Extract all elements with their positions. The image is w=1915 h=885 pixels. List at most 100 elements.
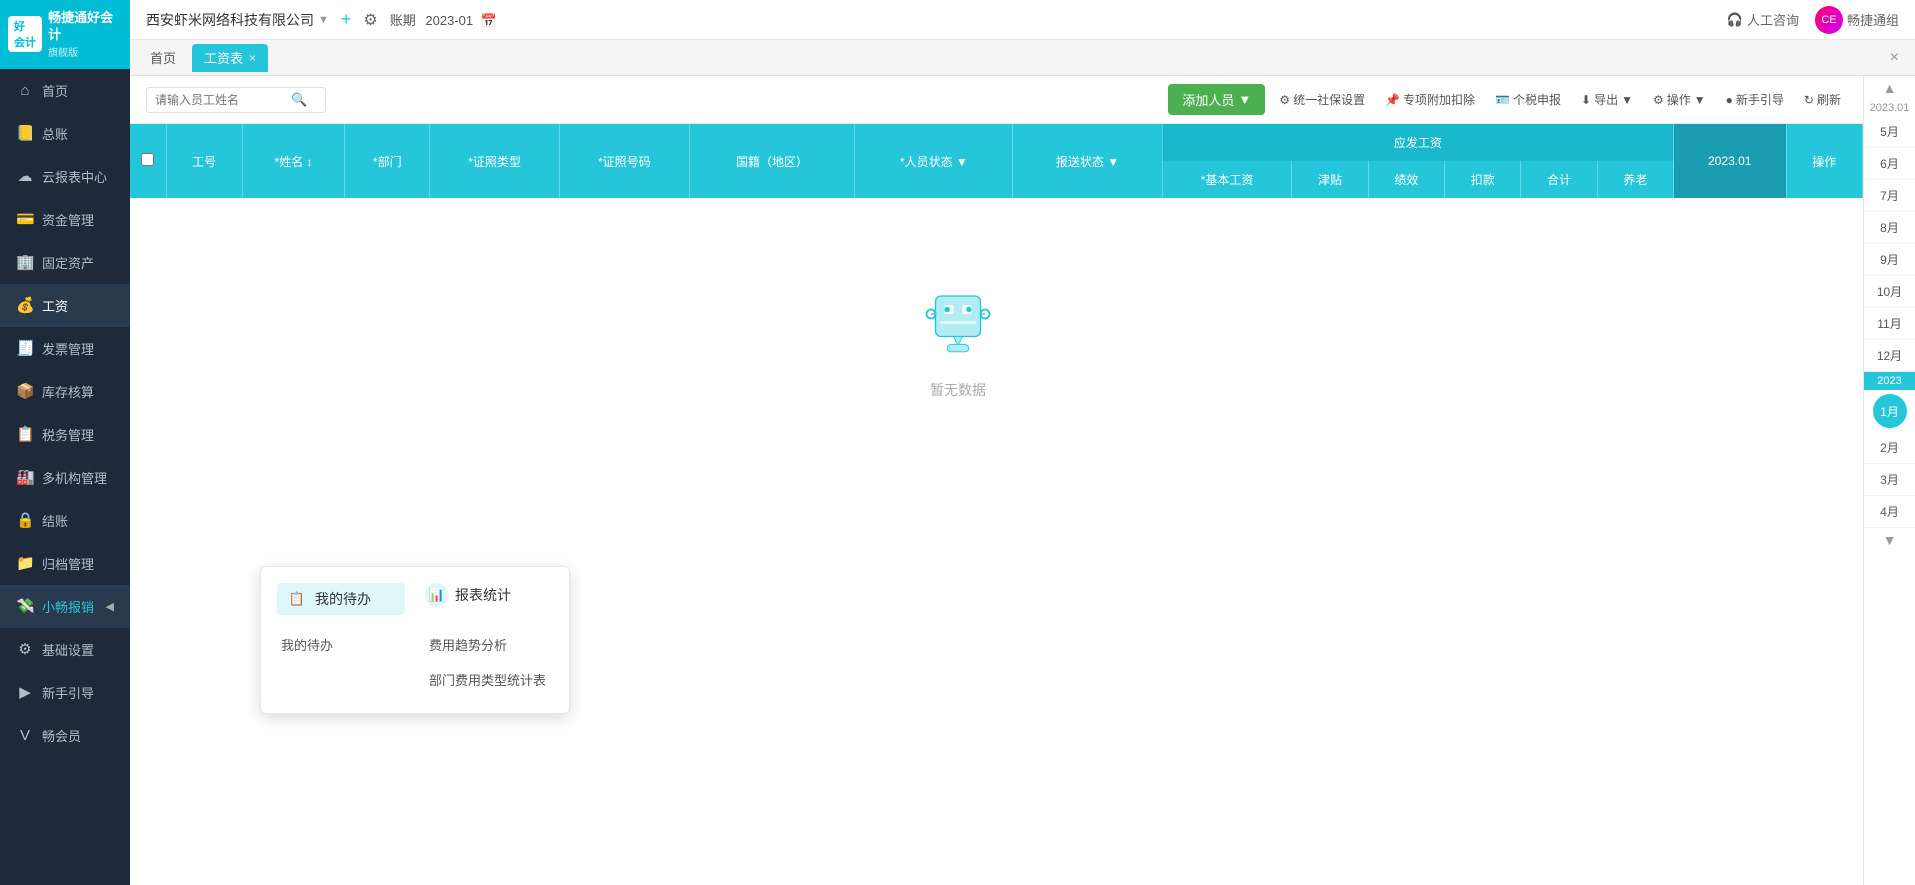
sidebar-item-label: 基础设置: [42, 640, 94, 659]
cloud-icon: ☁: [16, 167, 34, 185]
user-menu[interactable]: CE 畅捷通组: [1815, 6, 1899, 34]
month-item-8[interactable]: 8月: [1864, 212, 1915, 244]
month-item-3[interactable]: 3月: [1864, 464, 1915, 496]
main-area: 西安虾米网络科技有限公司 ▼ + ⚙ 账期 2023-01 📅 🎧 人工咨询 C…: [130, 0, 1915, 885]
sidebar-item-archive[interactable]: 📁 归档管理: [0, 542, 130, 585]
month-item-1-active[interactable]: 1月: [1873, 394, 1907, 428]
export-btn[interactable]: ⬇ 导出 ▼: [1575, 87, 1639, 112]
month-item-12[interactable]: 12月: [1864, 340, 1915, 372]
sidebar-item-label: 新手引导: [42, 683, 94, 702]
month-scroll-down[interactable]: ▼: [1864, 528, 1915, 552]
sidebar-item-xiaochang[interactable]: 💸 小畅报销 ◀: [0, 585, 130, 628]
todo-icon: 📋: [285, 587, 309, 611]
archive-icon: 📁: [16, 554, 34, 572]
topbar-actions: 🎧 人工咨询 CE 畅捷通组: [1727, 6, 1899, 34]
sidebar-item-invoice[interactable]: 🧾 发票管理: [0, 327, 130, 370]
sidebar-item-fund[interactable]: 💳 资金管理: [0, 198, 130, 241]
popup-todo-title[interactable]: 📋 我的待办: [277, 583, 405, 615]
col-status: *人员状态 ▼: [855, 124, 1013, 198]
calendar-icon[interactable]: 📅: [481, 13, 497, 28]
new-guide-btn[interactable]: ● 新手引导: [1720, 87, 1790, 112]
special-deduction-btn[interactable]: 📌 专项附加扣除: [1379, 87, 1481, 112]
company-selector[interactable]: 西安虾米网络科技有限公司 ▼: [146, 10, 329, 30]
logo-icon: 好会计: [8, 16, 42, 52]
month-item-7[interactable]: 7月: [1864, 180, 1915, 212]
popup-reports-title[interactable]: 📊 报表统计: [425, 583, 553, 615]
month-item-9[interactable]: 9月: [1864, 244, 1915, 276]
reports-icon: 📊: [425, 583, 449, 607]
sidebar-item-closing[interactable]: 🔒 结账: [0, 499, 130, 542]
payroll-area: 🔍 添加人员 ▼ ⚙ 统一社保设置 📌 专项附加扣除: [130, 76, 1863, 885]
month-scroll-up[interactable]: ▲: [1864, 76, 1915, 100]
sidebar-item-label: 云报表中心: [42, 167, 107, 186]
checkbox-all[interactable]: [141, 153, 154, 166]
col-deductions: 扣款: [1445, 161, 1521, 198]
search-icon[interactable]: 🔍: [291, 92, 307, 108]
popup-columns: 📋 我的待办 我的待办 📊 报表统计 费用趋势分析: [277, 583, 553, 697]
popup-item-dept-expense[interactable]: 部门费用类型统计表: [425, 662, 553, 697]
tab-close-btn[interactable]: ×: [249, 51, 256, 65]
guide-icon: ●: [1726, 93, 1733, 107]
sidebar-item-label: 税务管理: [42, 425, 94, 444]
col-id-type: *证照类型: [430, 124, 560, 198]
sidebar: 好会计 畅捷通好会计 旗舰版 ⌂ 首页 📒 总账 ☁ 云报表中心 💳 资金管理 …: [0, 0, 130, 885]
toolbar-right: 添加人员 ▼ ⚙ 统一社保设置 📌 专项附加扣除 🪪 个税申报: [1168, 84, 1847, 115]
xiaochang-popup: 📋 我的待办 我的待办 📊 报表统计 费用趋势分析: [260, 566, 570, 714]
operations-btn[interactable]: ⚙ 操作 ▼: [1647, 87, 1712, 112]
sidebar-item-home[interactable]: ⌂ 首页: [0, 69, 130, 112]
sidebar-item-tax[interactable]: 📋 税务管理: [0, 413, 130, 456]
month-item-10[interactable]: 10月: [1864, 276, 1915, 308]
select-all-checkbox[interactable]: [130, 124, 166, 198]
sidebar-item-member[interactable]: V 畅会员: [0, 714, 130, 757]
month-item-5[interactable]: 5月: [1864, 116, 1915, 148]
invoice-icon: 🧾: [16, 339, 34, 357]
tab-panel-close[interactable]: ×: [1882, 49, 1907, 67]
add-person-btn[interactable]: 添加人员 ▼: [1168, 84, 1265, 115]
settings-btn[interactable]: ⚙: [363, 10, 377, 30]
refresh-btn[interactable]: ↻ 刷新: [1798, 87, 1847, 112]
logo-sub: 旗舰版: [48, 44, 122, 59]
sidebar-item-multi-org[interactable]: 🏭 多机构管理: [0, 456, 130, 499]
sidebar-item-fixed-assets[interactable]: 🏢 固定资产: [0, 241, 130, 284]
topbar: 西安虾米网络科技有限公司 ▼ + ⚙ 账期 2023-01 📅 🎧 人工咨询 C…: [130, 0, 1915, 40]
headset-icon: 🎧: [1727, 12, 1743, 28]
sidebar-item-label: 发票管理: [42, 339, 94, 358]
tab-home[interactable]: 首页: [138, 44, 188, 72]
popup-item-expense-trend[interactable]: 费用趋势分析: [425, 627, 553, 662]
tab-payroll-table[interactable]: 工资表 ×: [192, 44, 268, 72]
support-btn[interactable]: 🎧 人工咨询: [1727, 10, 1799, 29]
sidebar-item-payroll[interactable]: 💰 工资: [0, 284, 130, 327]
company-dropdown-icon[interactable]: ▼: [318, 14, 329, 26]
popup-col-reports: 📊 报表统计 费用趋势分析 部门费用类型统计表: [425, 583, 553, 697]
month-item-11[interactable]: 11月: [1864, 308, 1915, 340]
current-year-label: 2023: [1864, 372, 1915, 390]
tax-icon: 📋: [16, 425, 34, 443]
settings-icon: ⚙: [16, 640, 34, 658]
app-logo[interactable]: 好会计 畅捷通好会计 旗舰版: [0, 0, 130, 69]
col-group-salary: 应发工资: [1162, 124, 1673, 161]
sidebar-item-inventory[interactable]: 📦 库存核算: [0, 370, 130, 413]
sidebar-item-label: 库存核算: [42, 382, 94, 401]
refresh-icon: ↻: [1804, 93, 1814, 107]
add-company-btn[interactable]: +: [341, 9, 352, 30]
sidebar-item-label: 工资: [42, 296, 68, 315]
content-area: 🔍 添加人员 ▼ ⚙ 统一社保设置 📌 专项附加扣除: [130, 76, 1915, 885]
sidebar-item-guide[interactable]: ▶ 新手引导: [0, 671, 130, 714]
month-item-4[interactable]: 4月: [1864, 496, 1915, 528]
search-input[interactable]: [155, 93, 285, 107]
sidebar-item-cloud-report[interactable]: ☁ 云报表中心: [0, 155, 130, 198]
month-item-2[interactable]: 2月: [1864, 432, 1915, 464]
social-insurance-btn[interactable]: ⚙ 统一社保设置: [1273, 87, 1371, 112]
col-pension: 养老: [1597, 161, 1673, 198]
social-insurance-icon: ⚙: [1279, 93, 1290, 107]
month-item-6[interactable]: 6月: [1864, 148, 1915, 180]
sidebar-item-ledger[interactable]: 📒 总账: [0, 112, 130, 155]
income-tax-btn[interactable]: 🪪 个税申报: [1489, 87, 1567, 112]
col-report-status: 报送状态 ▼: [1013, 124, 1162, 198]
expand-icon: ◀: [106, 600, 114, 613]
search-box[interactable]: 🔍: [146, 87, 326, 113]
logo-title: 畅捷通好会计: [48, 10, 122, 44]
export-dropdown-icon: ▼: [1621, 93, 1633, 107]
popup-item-my-todo[interactable]: 我的待办: [277, 627, 405, 662]
sidebar-item-basic[interactable]: ⚙ 基础设置: [0, 628, 130, 671]
